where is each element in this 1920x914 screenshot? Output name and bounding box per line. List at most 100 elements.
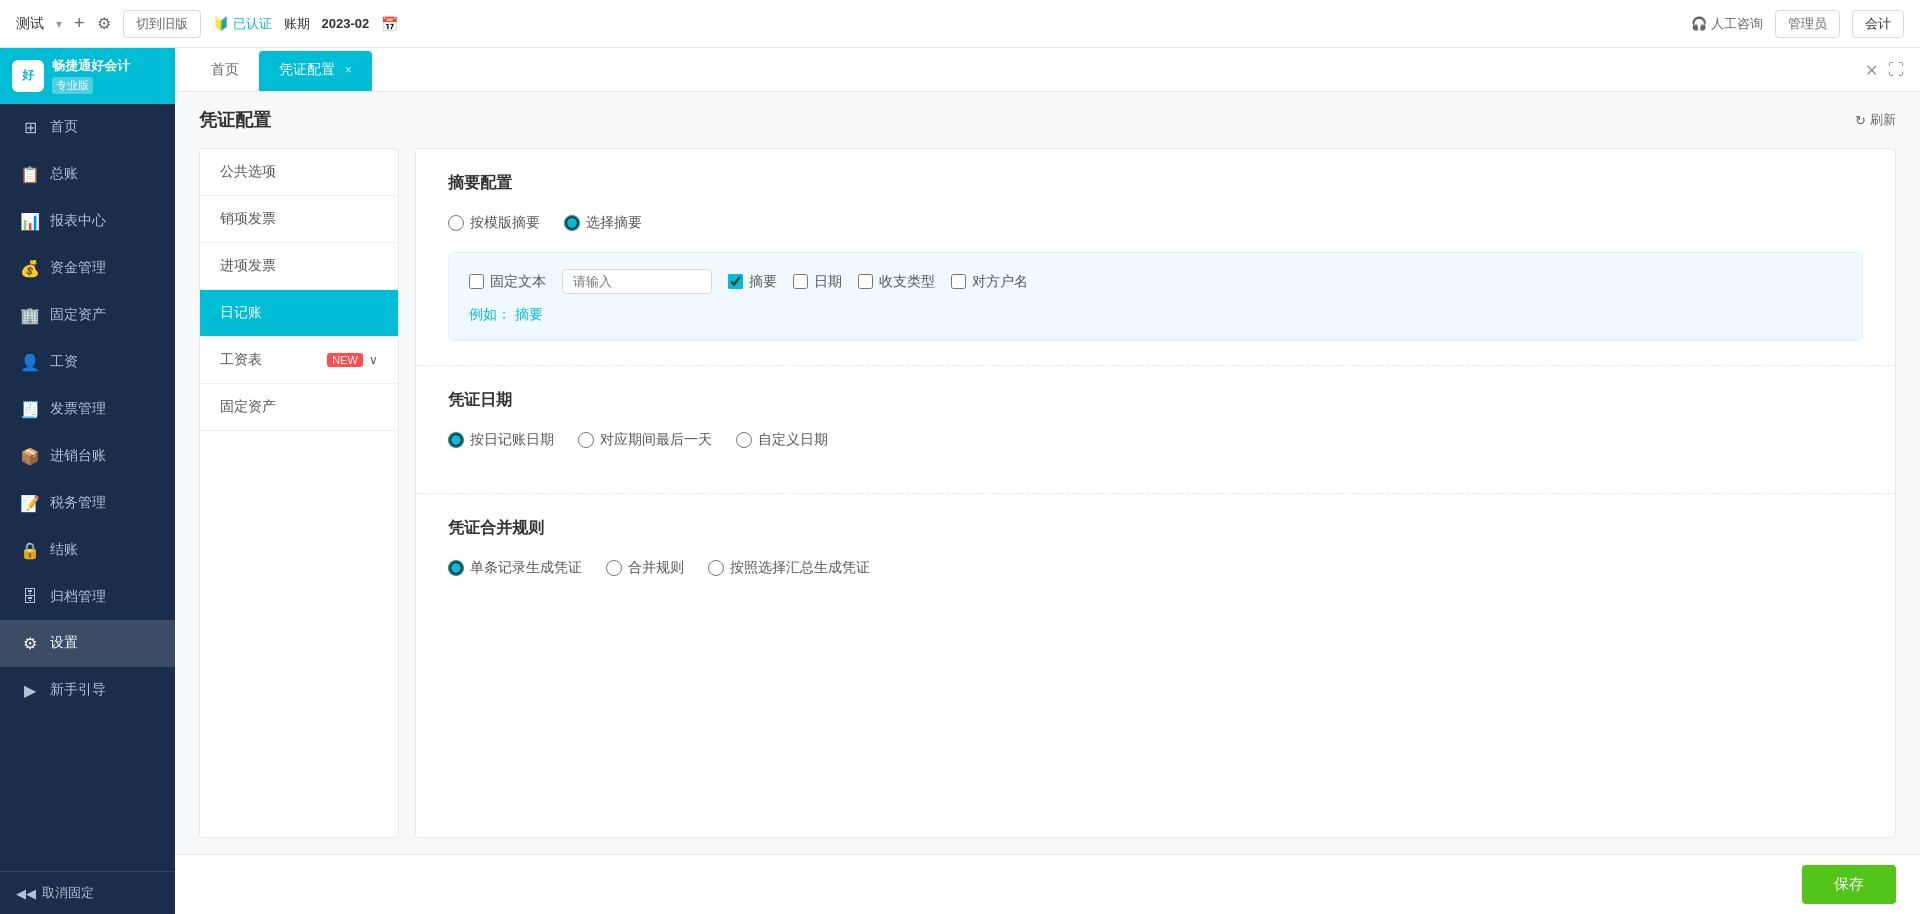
select-summary-radio[interactable]: [708, 560, 724, 576]
tab-bar: 首页 凭证配置 × ✕ ⛶: [175, 48, 1920, 92]
summary-checkbox[interactable]: [728, 274, 743, 289]
new-badge: NEW: [327, 353, 363, 367]
page-content: 凭证配置 ↻ 刷新 公共选项 销项发票 进项发票: [175, 92, 1920, 854]
sidebar-item-purchase-sale[interactable]: 📦 进销台账: [0, 433, 175, 480]
merge-radio-group: 单条记录生成凭证 合并规则 按照选择汇总生成凭证: [448, 559, 1863, 577]
sidebar-item-home[interactable]: ⊞ 首页: [0, 104, 175, 151]
left-nav-payroll-label: 工资表: [220, 351, 262, 369]
left-nav-fixed-asset-label: 固定资产: [220, 398, 276, 416]
journal-date-radio[interactable]: [448, 432, 464, 448]
left-nav-fixed-asset[interactable]: 固定资产: [200, 384, 398, 431]
sidebar-item-salary[interactable]: 👤 工资: [0, 339, 175, 386]
sidebar-item-close[interactable]: 🔒 结账: [0, 527, 175, 574]
date-title: 凭证日期: [448, 390, 1863, 411]
unpin-button[interactable]: ◀◀ 取消固定: [0, 871, 175, 914]
tab-home-label: 首页: [211, 61, 239, 77]
add-project-icon[interactable]: +: [74, 13, 85, 34]
template-radio[interactable]: [448, 215, 464, 231]
income-type-checkbox-text: 收支类型: [879, 273, 935, 291]
calendar-icon[interactable]: 📅: [381, 16, 398, 32]
fixed-text-checkbox-label[interactable]: 固定文本: [469, 273, 546, 291]
select-summary-radio-label[interactable]: 按照选择汇总生成凭证: [708, 559, 870, 577]
consult-button[interactable]: 🎧 人工咨询: [1691, 15, 1763, 33]
switch-version-button[interactable]: 切到旧版: [123, 10, 201, 38]
refresh-icon: ↻: [1855, 113, 1866, 128]
merge-rule-radio[interactable]: [606, 560, 622, 576]
sidebar-item-fund[interactable]: 💰 资金管理: [0, 245, 175, 292]
verified-badge: 🔰 已认证: [213, 15, 272, 33]
left-nav-journal[interactable]: 日记账: [200, 290, 398, 337]
bottom-bar: 保存: [175, 854, 1920, 914]
counterpart-checkbox-text: 对方户名: [972, 273, 1028, 291]
sidebar: 好 畅捷通好会计 专业版 ⊞ 首页 📋 总账 📊 报表中心 💰 资金管理: [0, 48, 175, 914]
sidebar-item-settings[interactable]: ⚙ 设置: [0, 620, 175, 667]
tab-close-icon[interactable]: ×: [345, 63, 352, 77]
fixed-text-checkbox[interactable]: [469, 274, 484, 289]
pro-badge: 专业版: [52, 77, 93, 94]
sidebar-item-report[interactable]: 📊 报表中心: [0, 198, 175, 245]
sidebar-item-archive[interactable]: 🗄 归档管理: [0, 574, 175, 620]
select-summary-radio-text: 按照选择汇总生成凭证: [730, 559, 870, 577]
left-nav-public[interactable]: 公共选项: [200, 149, 398, 196]
admin-button[interactable]: 管理员: [1775, 10, 1840, 38]
last-day-radio-label[interactable]: 对应期间最后一天: [578, 431, 712, 449]
date-section: 凭证日期 按日记账日期 对应期间最后一天: [416, 366, 1895, 494]
income-type-checkbox-label[interactable]: 收支类型: [858, 273, 935, 291]
sidebar-label-settings: 设置: [50, 634, 78, 652]
left-nav: 公共选项 销项发票 进项发票 日记账 工资表 NEW: [199, 148, 399, 838]
custom-date-radio-text: 自定义日期: [758, 431, 828, 449]
sidebar-item-asset[interactable]: 🏢 固定资产: [0, 292, 175, 339]
date-radio-group: 按日记账日期 对应期间最后一天 自定义日期: [448, 431, 1863, 449]
expand-tab-button[interactable]: ⛶: [1888, 60, 1904, 79]
left-nav-sales-label: 销项发票: [220, 210, 276, 228]
counterpart-checkbox[interactable]: [951, 274, 966, 289]
select-radio[interactable]: [564, 215, 580, 231]
tab-home[interactable]: 首页: [191, 51, 259, 91]
close-tab-button[interactable]: ✕: [1865, 60, 1878, 79]
custom-date-radio[interactable]: [736, 432, 752, 448]
select-radio-label[interactable]: 选择摘要: [564, 214, 642, 232]
save-button[interactable]: 保存: [1802, 865, 1896, 904]
template-radio-label[interactable]: 按模版摘要: [448, 214, 540, 232]
invoice-icon: 🧾: [20, 400, 40, 419]
summary-title: 摘要配置: [448, 173, 1863, 194]
sidebar-item-ledger[interactable]: 📋 总账: [0, 151, 175, 198]
single-radio[interactable]: [448, 560, 464, 576]
sidebar-item-guide[interactable]: ▶ 新手引导: [0, 667, 175, 714]
last-day-radio[interactable]: [578, 432, 594, 448]
date-checkbox-label[interactable]: 日期: [793, 273, 842, 291]
summary-checkbox-text: 摘要: [749, 273, 777, 291]
fixed-text-input[interactable]: [562, 269, 712, 294]
settings-icon[interactable]: ⚙: [97, 14, 111, 33]
refresh-button[interactable]: ↻ 刷新: [1855, 111, 1896, 129]
merge-rule-radio-label[interactable]: 合并规则: [606, 559, 684, 577]
dropdown-icon[interactable]: ▾: [56, 17, 62, 31]
tax-icon: 📝: [20, 494, 40, 513]
journal-date-radio-label[interactable]: 按日记账日期: [448, 431, 554, 449]
sidebar-item-invoice[interactable]: 🧾 发票管理: [0, 386, 175, 433]
left-nav-payroll[interactable]: 工资表 NEW ∨: [200, 337, 398, 384]
period-label: 账期: [284, 15, 310, 33]
ledger-icon: 📋: [20, 165, 40, 184]
sidebar-item-tax[interactable]: 📝 税务管理: [0, 480, 175, 527]
tab-voucher-config[interactable]: 凭证配置 ×: [259, 51, 372, 91]
summary-checkbox-label[interactable]: 摘要: [728, 273, 777, 291]
asset-icon: 🏢: [20, 306, 40, 325]
refresh-label: 刷新: [1870, 111, 1896, 129]
counterpart-checkbox-label[interactable]: 对方户名: [951, 273, 1028, 291]
merge-title: 凭证合并规则: [448, 518, 1863, 539]
income-type-checkbox[interactable]: [858, 274, 873, 289]
unpin-label: 取消固定: [42, 884, 94, 902]
single-radio-label[interactable]: 单条记录生成凭证: [448, 559, 582, 577]
date-checkbox[interactable]: [793, 274, 808, 289]
date-checkbox-text: 日期: [814, 273, 842, 291]
home-icon: ⊞: [20, 118, 40, 137]
left-nav-purchase-invoice[interactable]: 进项发票: [200, 243, 398, 290]
accountant-button[interactable]: 会计: [1852, 10, 1904, 38]
left-nav-sales-invoice[interactable]: 销项发票: [200, 196, 398, 243]
left-nav-journal-label: 日记账: [220, 304, 262, 322]
content-area: 首页 凭证配置 × ✕ ⛶ 凭证配置 ↻ 刷新: [175, 48, 1920, 914]
summary-radio-group: 按模版摘要 选择摘要: [448, 214, 1863, 232]
guide-icon: ▶: [20, 681, 40, 700]
custom-date-radio-label[interactable]: 自定义日期: [736, 431, 828, 449]
